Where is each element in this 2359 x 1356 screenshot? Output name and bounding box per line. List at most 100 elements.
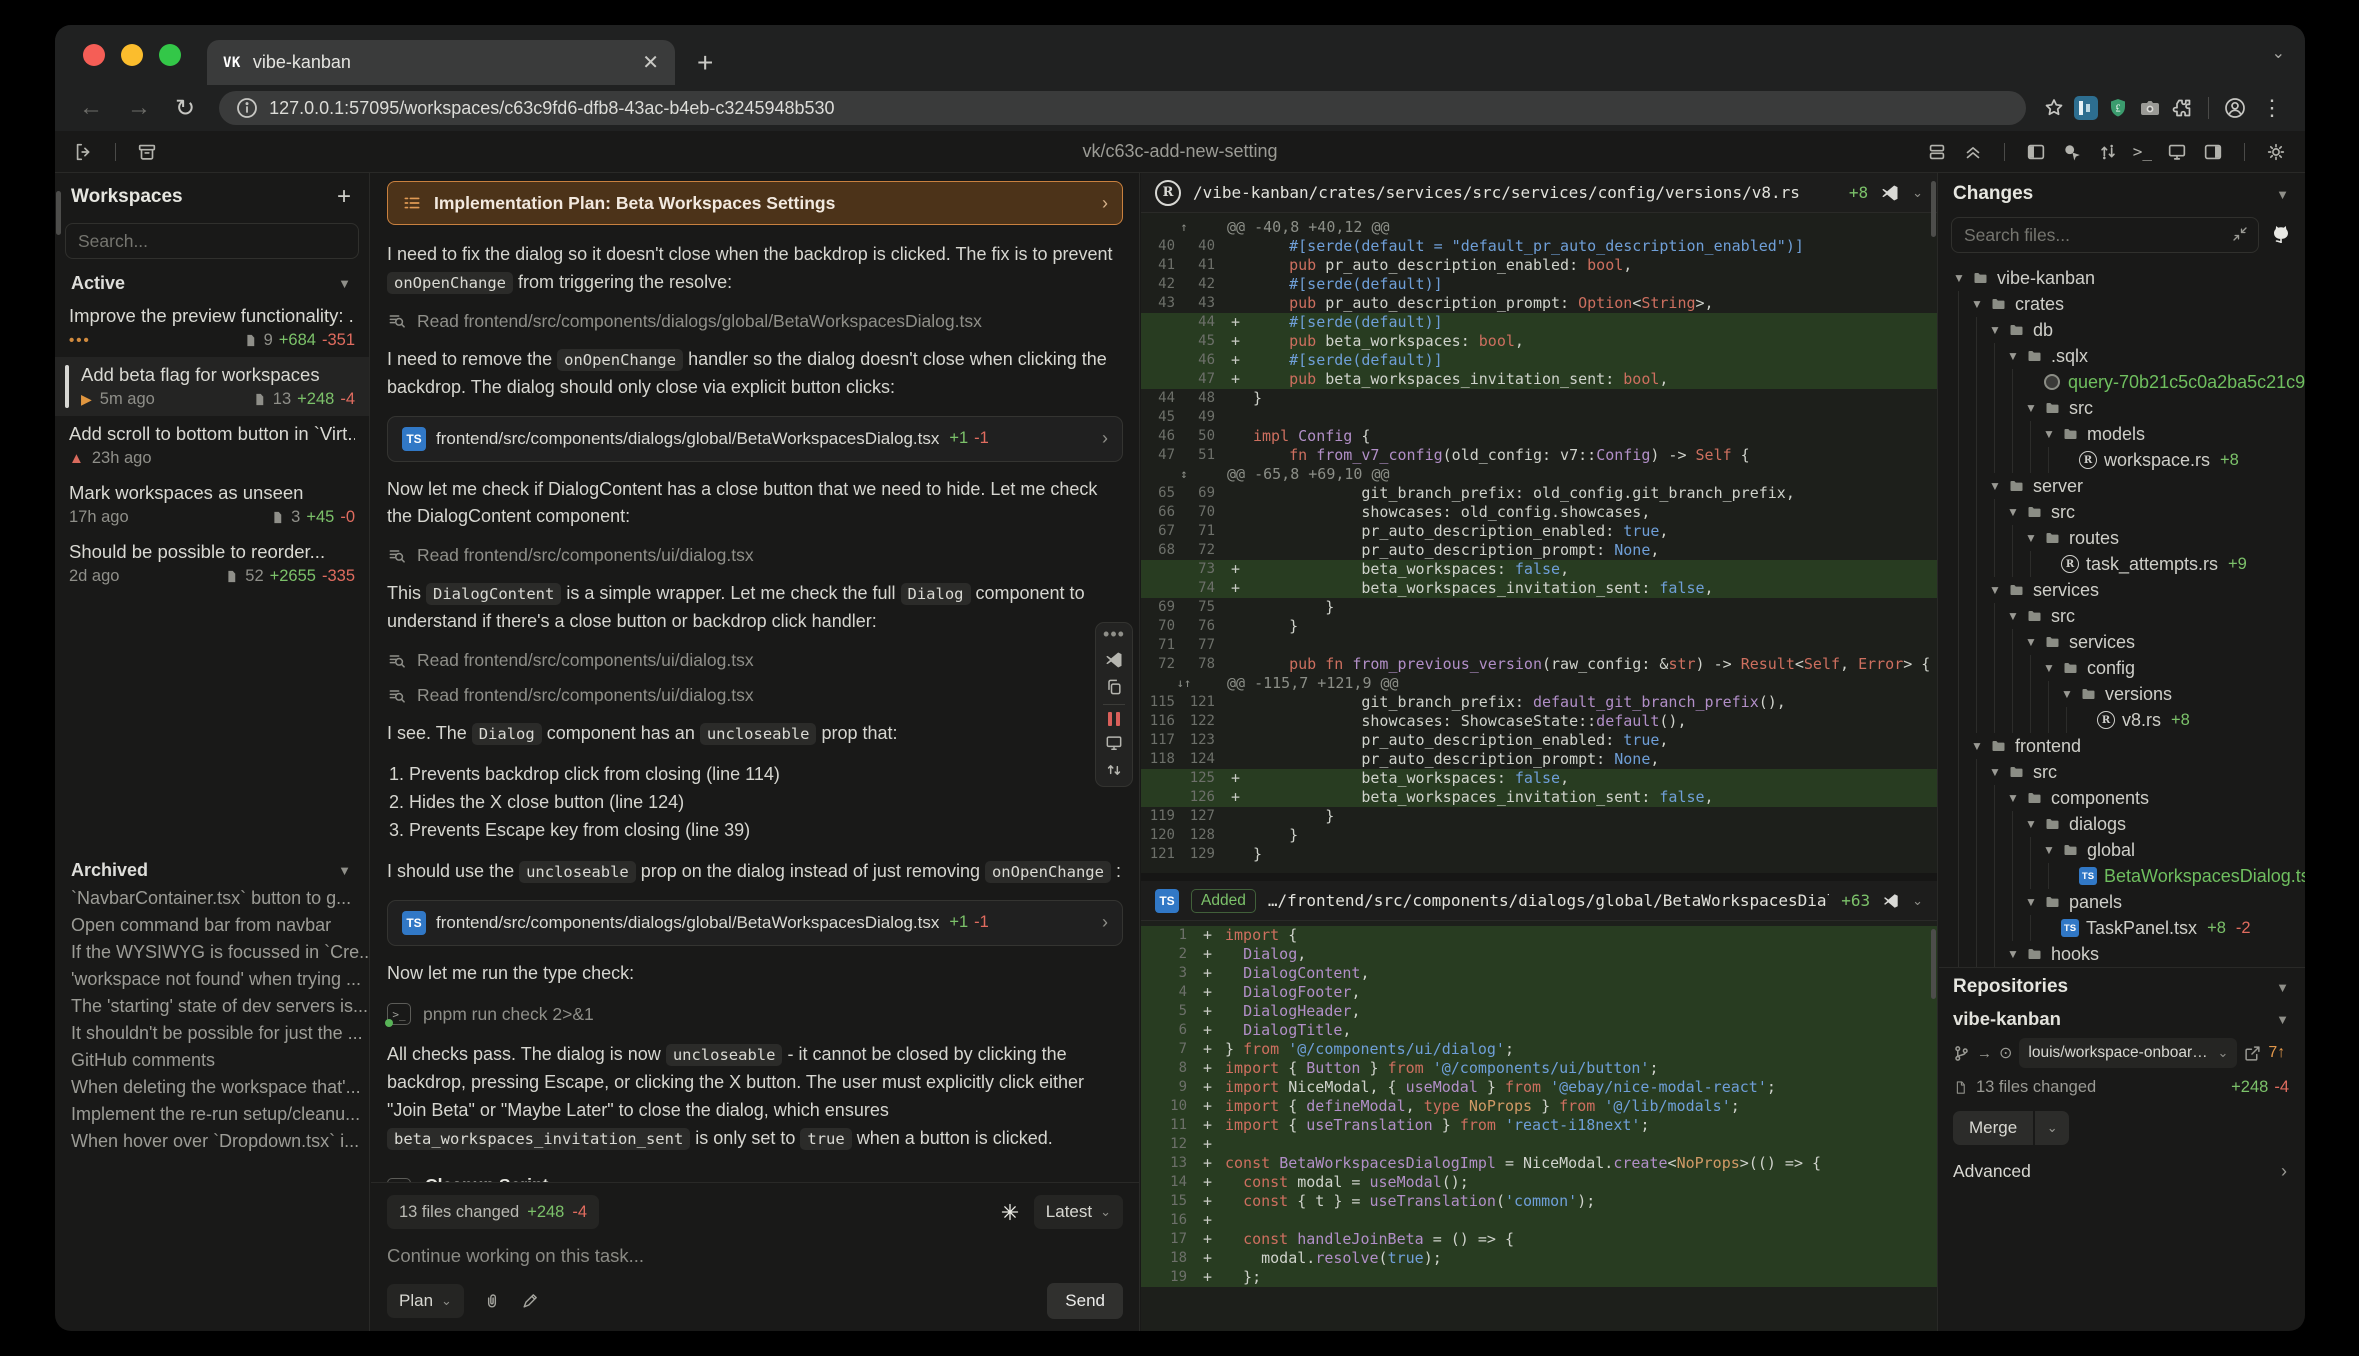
chevron-down-icon[interactable]: ▼	[2276, 187, 2289, 202]
message-input[interactable]	[387, 1245, 1123, 1267]
camera-extension-icon[interactable]	[2138, 96, 2162, 120]
tree-folder-row[interactable]: ▼ vibe-kanban	[1939, 265, 2305, 291]
chevron-down-icon[interactable]: ▼	[2276, 980, 2289, 995]
archived-workspace-item[interactable]: GitHub comments	[55, 1047, 369, 1074]
pause-agent-icon[interactable]	[1108, 712, 1120, 726]
monitor-icon[interactable]	[1104, 733, 1124, 753]
version-dropdown[interactable]: Latest ⌄	[1033, 1195, 1123, 1229]
terminal-icon[interactable]: >_	[2133, 142, 2152, 161]
diff-hunk-header[interactable]: ↓↑ @@ -115,7 +121,9 @@	[1141, 674, 1937, 693]
workspace-search-input[interactable]	[65, 223, 359, 259]
tree-folder-row[interactable]: ▼ src	[1939, 759, 2305, 785]
archived-workspace-item[interactable]: When hover over `Dropdown.tsx` i...	[55, 1128, 369, 1155]
file-edit-chip[interactable]: TS frontend/src/components/dialogs/global…	[387, 415, 1123, 462]
expand-hunk-icon[interactable]: ↕	[1141, 465, 1227, 484]
address-bar[interactable]: 127.0.0.1:57095/workspaces/c63c9fd6-dfb8…	[219, 91, 2026, 125]
tree-folder-row[interactable]: ▼ src	[1939, 395, 2305, 421]
external-link-icon[interactable]	[2244, 1045, 2261, 1062]
tree-file-row[interactable]: TS TaskPanel.tsx +8 -2	[1939, 915, 2305, 941]
shield-extension-icon[interactable]: £	[2106, 96, 2130, 120]
archived-workspace-item[interactable]: Implement the re-run setup/cleanu...	[55, 1101, 369, 1128]
more-options-icon[interactable]: •••	[1103, 625, 1125, 643]
workspace-item[interactable]: Improve the preview functionality: ... ••…	[55, 298, 369, 357]
tree-folder-row[interactable]: ▼ server	[1939, 473, 2305, 499]
archived-workspace-item[interactable]: 'workspace not found' when trying ...	[55, 966, 369, 993]
diff-header[interactable]: R /vibe-kanban/crates/services/src/servi…	[1141, 173, 1937, 213]
tree-file-row[interactable]: TSBetaWorkspacesDialog.tsx+63	[1939, 863, 2305, 889]
diff-scrollbar[interactable]	[1931, 181, 1936, 237]
archived-workspace-item[interactable]: The 'starting' state of dev servers is..…	[55, 993, 369, 1020]
exit-workspace-icon[interactable]	[73, 141, 95, 163]
implementation-plan-card[interactable]: Implementation Plan: Beta Workspaces Set…	[387, 181, 1123, 225]
left-panel-toggle-icon[interactable]	[2025, 141, 2047, 163]
git-compare-icon[interactable]	[2097, 141, 2119, 163]
tree-folder-row[interactable]: ▼ db	[1939, 317, 2305, 343]
tree-folder-row[interactable]: ▼ versions	[1939, 681, 2305, 707]
archived-workspace-item[interactable]: If the WYSIWYG is focussed in `Cre...	[55, 939, 369, 966]
collapse-tree-icon[interactable]	[2231, 225, 2249, 243]
vscode-icon[interactable]	[1104, 650, 1124, 670]
terminal-command-row[interactable]: >_ pnpm run check 2>&1	[385, 1003, 1123, 1028]
tree-folder-row[interactable]: ▼ crates	[1939, 291, 2305, 317]
tree-folder-row[interactable]: ▼ config	[1939, 655, 2305, 681]
collapse-chevron-icon[interactable]: ⌄	[1912, 185, 1923, 201]
close-window-button[interactable]	[83, 44, 105, 66]
shapes-icon[interactable]	[2061, 141, 2083, 163]
vscode-icon[interactable]	[1882, 891, 1900, 911]
tab-search-chevron-icon[interactable]: ⌄	[2272, 43, 2285, 63]
add-workspace-button[interactable]: +	[337, 183, 351, 211]
tree-folder-row[interactable]: ▼ src	[1939, 603, 2305, 629]
back-icon[interactable]: ←	[71, 94, 111, 122]
workspace-item[interactable]: Add scroll to bottom button in `Virt... ▲…	[55, 416, 369, 475]
tree-file-row[interactable]: Rv8.rs +8	[1939, 707, 2305, 733]
archived-workspace-item[interactable]: `NavbarContainer.tsx` button to g...	[55, 885, 369, 912]
profile-avatar-icon[interactable]	[2223, 96, 2247, 120]
forward-icon[interactable]: →	[119, 94, 159, 122]
diff-hunk-header[interactable]: ↕ @@ -65,8 +69,10 @@	[1141, 465, 1937, 484]
branch-dropdown[interactable]: louis/workspace-onboarding ⌄	[2019, 1038, 2238, 1068]
diff-header[interactable]: TS Added …/frontend/src/components/dialo…	[1141, 881, 1937, 921]
maximize-window-button[interactable]	[159, 44, 181, 66]
tree-folder-row[interactable]: ▼ panels	[1939, 889, 2305, 915]
archive-icon[interactable]	[136, 141, 158, 163]
send-button[interactable]: Send	[1047, 1283, 1123, 1319]
extensions-puzzle-icon[interactable]	[2170, 96, 2194, 120]
vscode-icon[interactable]	[1880, 183, 1900, 203]
merge-button[interactable]: Merge	[1953, 1111, 2034, 1145]
tree-folder-row[interactable]: ▼ services	[1939, 577, 2305, 603]
merge-options-chevron[interactable]: ⌄	[2035, 1111, 2070, 1145]
tree-folder-row[interactable]: ▼ hooks	[1939, 941, 2305, 967]
attachment-paperclip-icon[interactable]	[482, 1291, 502, 1311]
tree-folder-row[interactable]: ▼ routes	[1939, 525, 2305, 551]
expand-hunk-icon[interactable]: ↓↑	[1141, 674, 1227, 693]
workspace-item[interactable]: Should be possible to reorder... 2d ago 52…	[55, 534, 369, 593]
tree-folder-row[interactable]: ▼ src	[1939, 499, 2305, 525]
tree-folder-row[interactable]: ▼ global	[1939, 837, 2305, 863]
tool-read-row[interactable]: Read frontend/src/components/ui/dialog.t…	[387, 685, 1123, 706]
tool-read-row[interactable]: Read frontend/src/components/ui/dialog.t…	[387, 650, 1123, 671]
git-mascot-icon[interactable]	[2269, 223, 2293, 247]
extension-icon[interactable]	[2074, 96, 2098, 120]
workspace-item[interactable]: Mark workspaces as unseen 17h ago 3 +45 -0	[55, 475, 369, 534]
browser-menu-icon[interactable]: ⋮	[2255, 95, 2289, 121]
cleanup-script-block[interactable]: >_ Cleanup ScriptCompleted successfully	[387, 1175, 1123, 1182]
tree-file-row[interactable]: Rworkspace.rs +8	[1939, 447, 2305, 473]
archived-workspace-item[interactable]: It shouldn't be possible for just the ..…	[55, 1020, 369, 1047]
diff-scrollbar[interactable]	[1931, 929, 1936, 999]
active-section-header[interactable]: Active ▼	[55, 265, 369, 298]
minimize-window-button[interactable]	[121, 44, 143, 66]
advanced-row[interactable]: Advanced ›	[1939, 1145, 2305, 1182]
tree-folder-row[interactable]: ▼ .sqlx	[1939, 343, 2305, 369]
file-search-input[interactable]	[1951, 217, 2259, 253]
expand-hunk-icon[interactable]: ↑	[1141, 218, 1227, 237]
tree-folder-row[interactable]: ▼ models	[1939, 421, 2305, 447]
archived-workspace-item[interactable]: When deleting the workspace that'...	[55, 1074, 369, 1101]
tree-folder-row[interactable]: ▼ frontend	[1939, 733, 2305, 759]
tree-folder-row[interactable]: ▼ dialogs	[1939, 811, 2305, 837]
file-edit-chip[interactable]: TS frontend/src/components/dialogs/global…	[387, 899, 1123, 946]
settings-gear-icon[interactable]	[2265, 141, 2287, 163]
repository-row[interactable]: vibe-kanban ▼	[1939, 1002, 2305, 1032]
new-tab-button[interactable]: +	[675, 40, 735, 85]
browser-tab[interactable]: VK vibe-kanban ✕	[207, 40, 675, 85]
mode-dropdown[interactable]: Plan ⌄	[387, 1284, 464, 1318]
